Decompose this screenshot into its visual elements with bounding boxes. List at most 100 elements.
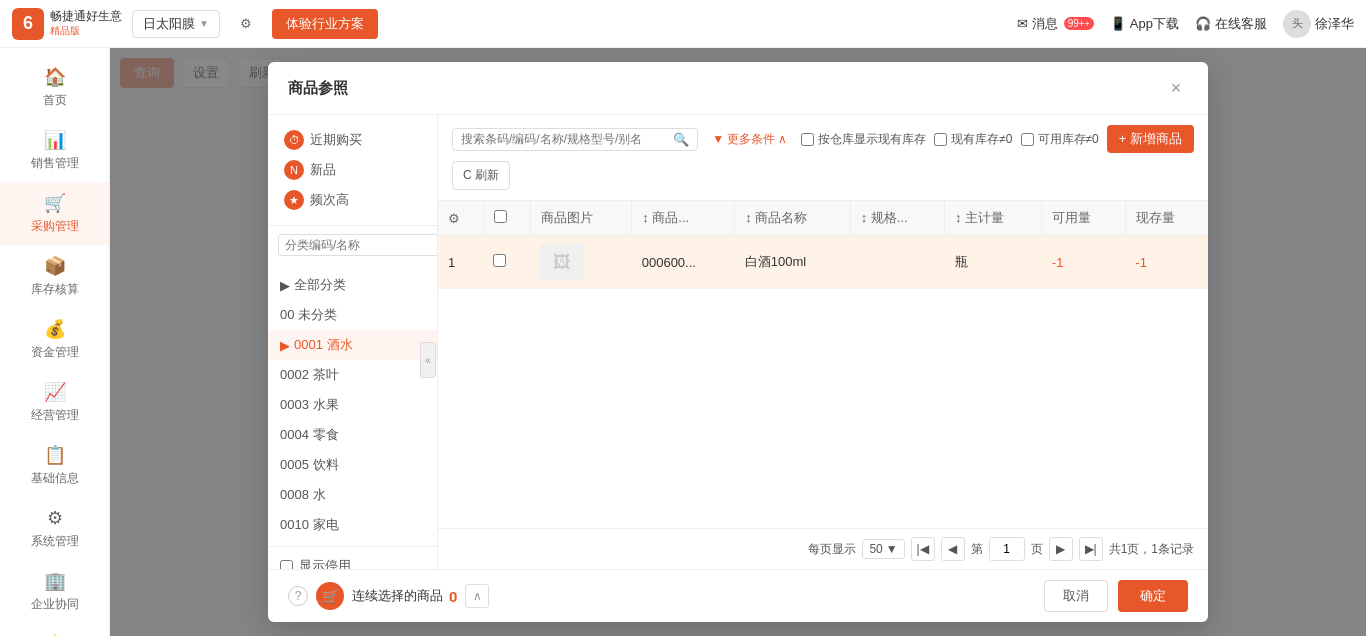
close-button[interactable]: × [1164, 76, 1188, 100]
category-search-input[interactable] [278, 234, 438, 256]
product-table-area[interactable]: ⚙ 商品图片 ↕ 商品... ↕ 商品名称 [438, 201, 1208, 528]
row-code: 000600... [632, 236, 735, 289]
col-name[interactable]: ↕ 商品名称 [735, 201, 850, 236]
modal-header: 商品参照 × [268, 62, 1208, 115]
col-checkbox[interactable] [483, 201, 530, 236]
footer-right: 取消 确定 [1044, 580, 1188, 612]
sidebar-item-purchase[interactable]: 🛒 采购管理 [0, 182, 109, 245]
high-frequency-filter[interactable]: ★ 频次高 [278, 185, 427, 215]
refresh-button[interactable]: C 刷新 [452, 161, 510, 190]
help-icon[interactable]: ? [288, 586, 308, 606]
sales-icon: 📊 [44, 129, 66, 151]
col-code[interactable]: ↕ 商品... [632, 201, 735, 236]
category-item-all[interactable]: ▶ 全部分类 [268, 270, 437, 300]
sidebar-item-inventory[interactable]: 📦 库存核算 [0, 245, 109, 308]
prev-page-button[interactable]: ◀ [941, 537, 965, 561]
cart-icon: 🛒 [316, 582, 344, 610]
table-header-row: ⚙ 商品图片 ↕ 商品... ↕ 商品名称 [438, 201, 1208, 236]
category-search-row: 🔍 [268, 226, 437, 264]
experience-button[interactable]: 体验行业方案 [272, 9, 378, 39]
add-product-button[interactable]: + 新增商品 [1107, 125, 1194, 153]
sidebar-item-sales[interactable]: 📊 销售管理 [0, 119, 109, 182]
collapse-panel-button[interactable]: « [420, 342, 436, 378]
confirm-button[interactable]: 确定 [1118, 580, 1188, 612]
category-item-tea[interactable]: 0002 茶叶 [268, 360, 437, 390]
product-search-input[interactable] [461, 132, 669, 146]
category-item-unclassified[interactable]: 00 未分类 [268, 300, 437, 330]
messages-nav-item[interactable]: ✉ 消息 99++ [1017, 15, 1094, 33]
settings-icon[interactable]: ⚙ [230, 8, 262, 40]
col-unit[interactable]: ↕ 主计量 [945, 201, 1042, 236]
system-icon: ⚙ [47, 507, 63, 529]
available-nonzero-filter-label[interactable]: 可用库存≠0 [1021, 131, 1099, 148]
inventory-icon: 📦 [44, 255, 66, 277]
product-image: 🖼 [540, 244, 584, 280]
modal-footer: ? 🛒 连续选择的商品 0 ∧ 取消 确定 [268, 569, 1208, 622]
product-reference-modal: 商品参照 × ⏱ 近期购买 N [268, 62, 1208, 622]
warehouse-filter-checkbox[interactable] [801, 133, 814, 146]
category-item-appliance[interactable]: 0010 家电 [268, 510, 437, 540]
col-spec[interactable]: ↕ 规格... [850, 201, 944, 236]
last-page-button[interactable]: ▶| [1079, 537, 1103, 561]
filter-icon: ▼ [712, 132, 724, 146]
category-item-fruit[interactable]: 0003 水果 [268, 390, 437, 420]
category-item-liquor[interactable]: ▶ 0001 酒水 [268, 330, 437, 360]
display-disabled-checkbox[interactable] [280, 560, 293, 570]
online-service-nav-item[interactable]: 🎧 在线客服 [1195, 15, 1267, 33]
next-page-button[interactable]: ▶ [1049, 537, 1073, 561]
page-size-selector[interactable]: 50 ▼ [862, 539, 904, 559]
main-content: 查询 设置 刷新 商品参照 × [110, 48, 1366, 636]
table-row[interactable]: 1 🖼 000600... 白酒100ml 瓶 [438, 236, 1208, 289]
page-size-arrow: ▼ [886, 542, 898, 556]
sidebar-item-home[interactable]: 🏠 首页 [0, 56, 109, 119]
sidebar-item-basic-info[interactable]: 📋 基础信息 [0, 434, 109, 497]
home-icon: 🏠 [44, 66, 66, 88]
row-checkbox[interactable] [493, 254, 506, 267]
product-panel: 🔍 ▼ 更多条件 ∧ 按仓库显示现有库存 [438, 115, 1208, 569]
main-layout: 🏠 首页 📊 销售管理 🛒 采购管理 📦 库存核算 💰 资金管理 📈 经营管理 … [0, 48, 1366, 636]
sidebar-item-enterprise[interactable]: 🏢 企业协同 [0, 560, 109, 623]
available-nonzero-checkbox[interactable] [1021, 133, 1034, 146]
warehouse-filter-label[interactable]: 按仓库显示现有库存 [801, 131, 926, 148]
sidebar-item-guide[interactable]: 🌟 新手引导 [0, 623, 109, 636]
col-settings[interactable]: ⚙ [438, 201, 483, 236]
branch-selector[interactable]: 日太阳膜 ▼ [132, 10, 220, 38]
page-number-input[interactable] [989, 537, 1025, 561]
sidebar-item-finance[interactable]: 💰 资金管理 [0, 308, 109, 371]
row-stock: -1 [1125, 236, 1208, 289]
sidebar-item-system[interactable]: ⚙ 系统管理 [0, 497, 109, 560]
category-item-snack[interactable]: 0004 零食 [268, 420, 437, 450]
headset-icon: 🎧 [1195, 16, 1211, 31]
row-index: 1 [438, 236, 483, 289]
collapse-selected-button[interactable]: ∧ [465, 584, 489, 608]
clock-icon: ⏱ [284, 130, 304, 150]
sidebar-item-operations[interactable]: 📈 经营管理 [0, 371, 109, 434]
row-checkbox-cell[interactable] [483, 236, 530, 289]
modal-title: 商品参照 [288, 79, 348, 98]
row-name: 白酒100ml [735, 236, 850, 289]
new-product-filter[interactable]: N 新品 [278, 155, 427, 185]
logo: 6 畅捷通好生意 精品版 [12, 8, 122, 40]
app-download-nav-item[interactable]: 📱 App下载 [1110, 15, 1179, 33]
category-item-water[interactable]: 0008 水 [268, 480, 437, 510]
category-item-beverage[interactable]: 0005 饮料 [268, 450, 437, 480]
col-available: 可用量 [1042, 201, 1125, 236]
recent-purchase-filter[interactable]: ⏱ 近期购买 [278, 125, 427, 155]
product-toolbar: 🔍 ▼ 更多条件 ∧ 按仓库显示现有库存 [438, 115, 1208, 201]
logo-text: 畅捷通好生意 精品版 [50, 9, 122, 39]
first-page-button[interactable]: |◀ [911, 537, 935, 561]
search-icon[interactable]: 🔍 [673, 132, 689, 147]
row-image-cell: 🖼 [530, 236, 631, 289]
purchase-icon: 🛒 [44, 192, 66, 214]
stock-nonzero-checkbox[interactable] [934, 133, 947, 146]
row-available: -1 [1042, 236, 1125, 289]
cancel-button[interactable]: 取消 [1044, 580, 1108, 612]
more-filters-button[interactable]: ▼ 更多条件 ∧ [706, 128, 793, 151]
quick-filters: ⏱ 近期购买 N 新品 ★ 频次高 [268, 125, 437, 226]
stock-nonzero-filter-label[interactable]: 现有库存≠0 [934, 131, 1012, 148]
user-nav-item[interactable]: 头 徐泽华 [1283, 10, 1354, 38]
select-all-checkbox[interactable] [494, 210, 507, 223]
pagination: 每页显示 50 ▼ |◀ ◀ 第 页 ▶ ▶| 共 [438, 528, 1208, 569]
enterprise-icon: 🏢 [44, 570, 66, 592]
product-table: ⚙ 商品图片 ↕ 商品... ↕ 商品名称 [438, 201, 1208, 289]
